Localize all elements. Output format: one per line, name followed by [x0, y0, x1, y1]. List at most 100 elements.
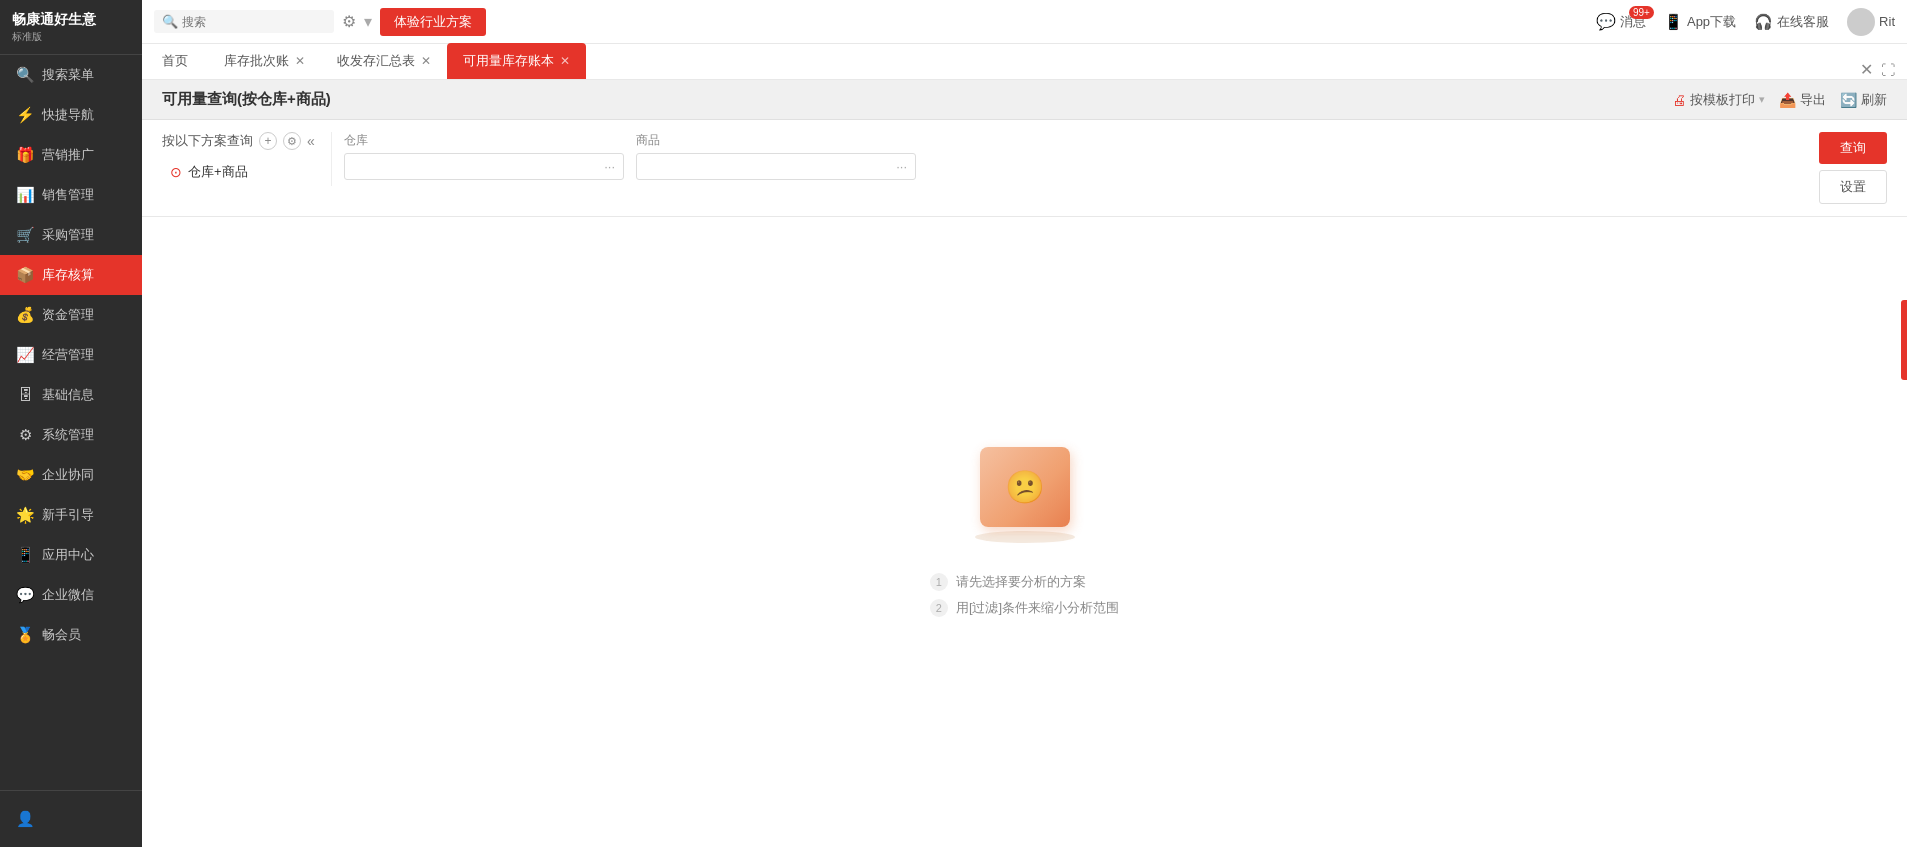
tabbar: 首页 库存批次账 ✕ 收发存汇总表 ✕ 可用量库存账本 ✕ ✕ ⛶: [142, 44, 1907, 80]
main-area: 🔍 ⚙ ▾ 体验行业方案 💬 消息 99+ 📱 App下载 🎧 在线客服 Rit: [142, 0, 1907, 847]
sidebar-item-system[interactable]: ⚙ 系统管理: [0, 415, 142, 455]
tab-home-label: 首页: [162, 52, 188, 70]
basic-info-icon: 🗄: [16, 386, 34, 403]
online-service-label: 在线客服: [1777, 13, 1829, 31]
topbar-messages[interactable]: 💬 消息 99+: [1596, 12, 1646, 31]
filter-fields: 仓库 ··· 商品 ···: [344, 132, 1795, 180]
headset-icon: 🎧: [1754, 13, 1773, 31]
sidebar-item-operations[interactable]: 📈 经营管理: [0, 335, 142, 375]
sidebar-item-user-profile[interactable]: 👤: [0, 799, 142, 839]
sidebar-item-basic-info[interactable]: 🗄 基础信息: [0, 375, 142, 415]
hint-text-1: 请先选择要分析的方案: [956, 573, 1086, 591]
print-label: 按模板打印: [1690, 91, 1755, 109]
sidebar-logo: 畅康通好生意 标准版: [0, 0, 142, 55]
print-icon: 🖨: [1672, 92, 1686, 108]
sidebar-item-shortcut-label: 快捷导航: [42, 106, 94, 124]
operations-icon: 📈: [16, 346, 34, 364]
sidebar-item-purchase[interactable]: 🛒 采购管理: [0, 215, 142, 255]
tab-home[interactable]: 首页: [142, 43, 208, 79]
sidebar-item-basic-info-label: 基础信息: [42, 386, 94, 404]
filter-scheme-header: 按以下方案查询 + ⚙ «: [162, 132, 319, 150]
sidebar-item-search[interactable]: 🔍 搜索菜单: [0, 55, 142, 95]
empty-hint-2: 2 用[过滤]条件来缩小分析范围: [930, 599, 1119, 617]
refresh-icon: 🔄: [1840, 92, 1857, 108]
sidebar-item-app-center-label: 应用中心: [42, 546, 94, 564]
sidebar-item-finance[interactable]: 💰 资金管理: [0, 295, 142, 335]
sidebar-item-sales[interactable]: 📊 销售管理: [0, 175, 142, 215]
topbar-user-area[interactable]: Rit: [1847, 8, 1895, 36]
username-label: Rit: [1879, 14, 1895, 29]
topbar-search-input[interactable]: [182, 15, 302, 29]
topbar-online-service[interactable]: 🎧 在线客服: [1754, 13, 1829, 31]
empty-hint-1: 1 请先选择要分析的方案: [930, 573, 1119, 591]
scheme-add-btn[interactable]: +: [259, 132, 277, 150]
scheme-settings-btn[interactable]: ⚙: [283, 132, 301, 150]
purchase-icon: 🛒: [16, 226, 34, 244]
tab-batch-ledger[interactable]: 库存批次账 ✕: [208, 43, 321, 79]
tab-recv-summary[interactable]: 收发存汇总表 ✕: [321, 43, 447, 79]
export-action[interactable]: 📤 导出: [1779, 91, 1826, 109]
sidebar-item-search-label: 搜索菜单: [42, 66, 94, 84]
tab-batch-ledger-label: 库存批次账: [224, 52, 289, 70]
sidebar-nav: 🔍 搜索菜单 ⚡ 快捷导航 🎁 营销推广 📊 销售管理 🛒 采购管理 📦 库存核…: [0, 55, 142, 790]
sidebar-bottom: 👤: [0, 790, 142, 847]
sidebar-item-marketing[interactable]: 🎁 营销推广: [0, 135, 142, 175]
sidebar-item-onboarding[interactable]: 🌟 新手引导: [0, 495, 142, 535]
warehouse-dots-icon[interactable]: ···: [604, 159, 615, 174]
goods-field-input[interactable]: ···: [636, 153, 916, 180]
avatar: [1847, 8, 1875, 36]
warehouse-field-label: 仓库: [344, 132, 624, 149]
scheme-item-label: 仓库+商品: [188, 163, 248, 181]
topbar-search-box[interactable]: 🔍: [154, 10, 334, 33]
sidebar-item-shortcut[interactable]: ⚡ 快捷导航: [0, 95, 142, 135]
topbar-gear-icon[interactable]: ⚙: [342, 12, 356, 31]
tab-batch-ledger-close[interactable]: ✕: [295, 54, 305, 68]
tabbar-expand-icon[interactable]: ⛶: [1881, 62, 1895, 78]
goods-dots-icon[interactable]: ···: [896, 159, 907, 174]
print-action[interactable]: 🖨 按模板打印 ▾: [1672, 91, 1765, 109]
inventory-icon: 📦: [16, 266, 34, 284]
finance-icon: 💰: [16, 306, 34, 324]
tab-available-ledger-close[interactable]: ✕: [560, 54, 570, 68]
tab-recv-summary-close[interactable]: ✕: [421, 54, 431, 68]
sidebar-item-wechat[interactable]: 💬 企业微信: [0, 575, 142, 615]
empty-illustration: [965, 447, 1085, 557]
topbar-dropdown-icon[interactable]: ▾: [364, 12, 372, 31]
sidebar-item-cooperation[interactable]: 🤝 企业协同: [0, 455, 142, 495]
scheme-item-warehouse-goods[interactable]: ⊙ 仓库+商品: [162, 158, 319, 186]
topbar-search-icon: 🔍: [162, 14, 178, 29]
topbar-right: 💬 消息 99+ 📱 App下载 🎧 在线客服 Rit: [1596, 8, 1895, 36]
scheme-collapse-icon[interactable]: «: [307, 133, 315, 149]
tabbar-close-icon[interactable]: ✕: [1860, 60, 1873, 79]
filter-settings-button[interactable]: 设置: [1819, 170, 1887, 204]
hint-num-1: 1: [930, 573, 948, 591]
empty-box: [980, 447, 1070, 527]
query-button[interactable]: 查询: [1819, 132, 1887, 164]
export-label: 导出: [1800, 91, 1826, 109]
tab-available-ledger-label: 可用量库存账本: [463, 52, 554, 70]
app-center-icon: 📱: [16, 546, 34, 564]
system-icon: ⚙: [16, 426, 34, 444]
sidebar-item-member[interactable]: 🏅 畅会员: [0, 615, 142, 655]
page-header: 可用量查询(按仓库+商品) 🖨 按模板打印 ▾ 📤 导出 🔄 刷新: [142, 80, 1907, 120]
topbar-app-download[interactable]: 📱 App下载: [1664, 13, 1736, 31]
sidebar-item-app-center[interactable]: 📱 应用中心: [0, 535, 142, 575]
onboarding-icon: 🌟: [16, 506, 34, 524]
message-badge: 99+: [1629, 6, 1654, 19]
sidebar-item-inventory[interactable]: 📦 库存核算: [0, 255, 142, 295]
topbar-industry-btn[interactable]: 体验行业方案: [380, 8, 486, 36]
search-icon: 🔍: [16, 66, 34, 84]
resize-handle[interactable]: [1901, 300, 1907, 380]
app-download-label: App下载: [1687, 13, 1736, 31]
refresh-action[interactable]: 🔄 刷新: [1840, 91, 1887, 109]
sidebar-item-marketing-label: 营销推广: [42, 146, 94, 164]
tabbar-actions: ✕ ⛶: [1848, 60, 1907, 79]
content-area: 1 请先选择要分析的方案 2 用[过滤]条件来缩小分析范围: [142, 217, 1907, 847]
filter-scheme-panel: 按以下方案查询 + ⚙ « ⊙ 仓库+商品: [162, 132, 332, 186]
tab-available-ledger[interactable]: 可用量库存账本 ✕: [447, 43, 586, 79]
print-dropdown-icon[interactable]: ▾: [1759, 93, 1765, 106]
hint-text-2: 用[过滤]条件来缩小分析范围: [956, 599, 1119, 617]
tab-recv-summary-label: 收发存汇总表: [337, 52, 415, 70]
warehouse-field-input[interactable]: ···: [344, 153, 624, 180]
filter-field-goods: 商品 ···: [636, 132, 916, 180]
